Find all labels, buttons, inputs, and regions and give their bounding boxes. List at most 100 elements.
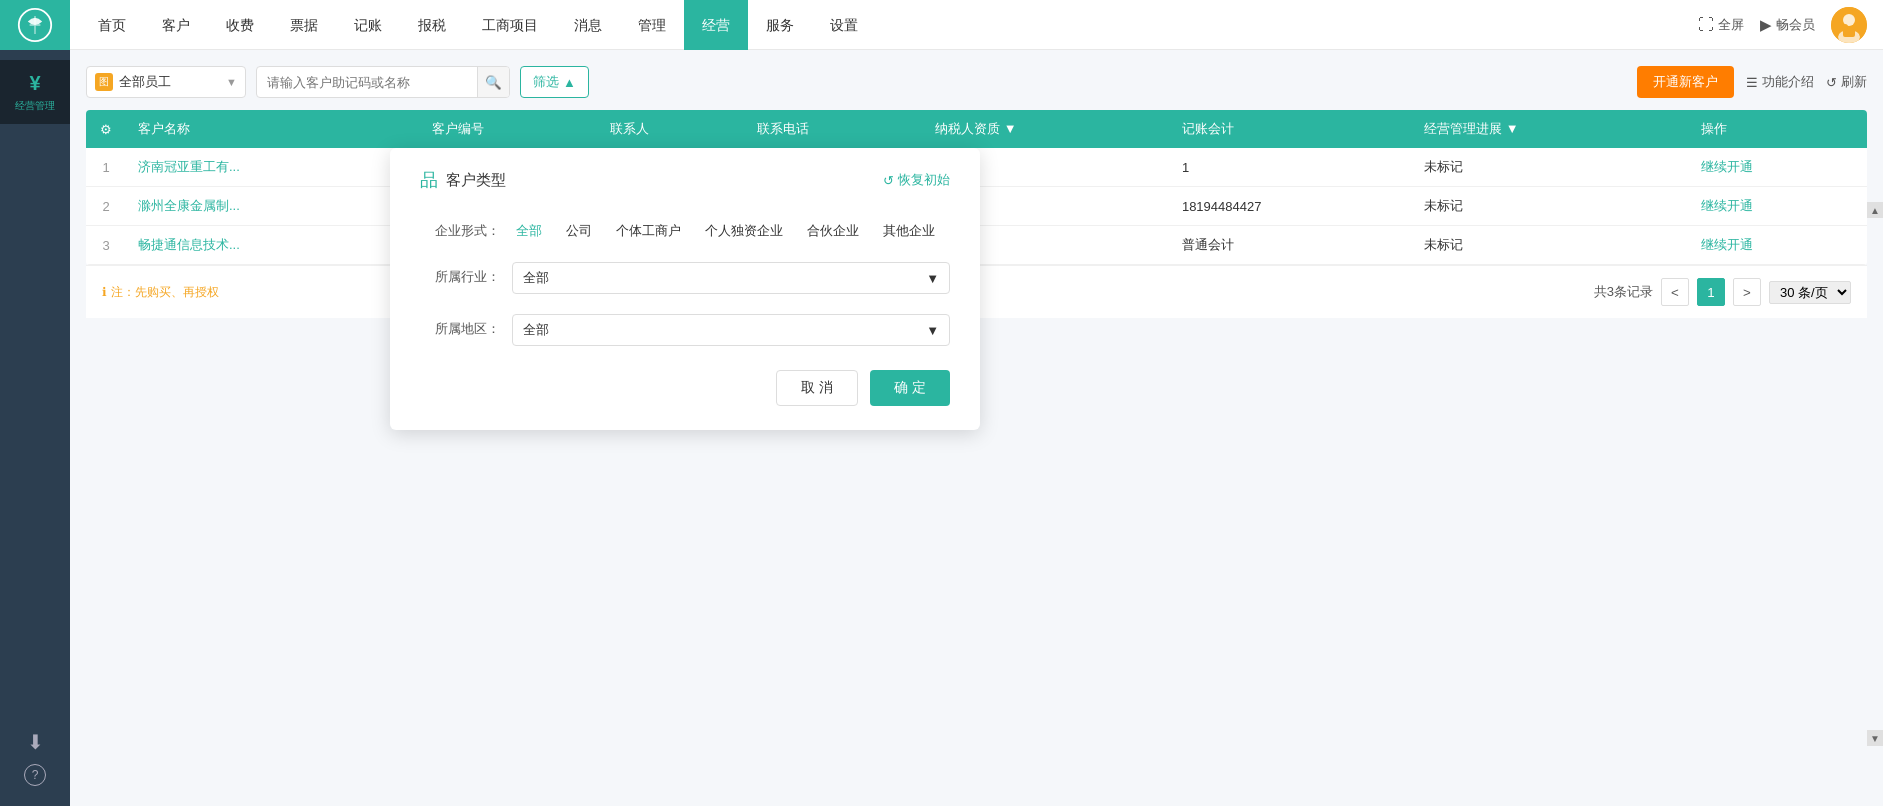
cell-accountant: 18194484427 bbox=[1170, 187, 1412, 226]
th-progress[interactable]: 经营管理进展 ▼ bbox=[1412, 110, 1689, 148]
nav-message[interactable]: 消息 bbox=[556, 0, 620, 50]
industry-row: 所属行业： 全部 ▼ bbox=[420, 262, 950, 294]
th-contact: 联系人 bbox=[598, 110, 745, 148]
modal-footer: 取 消 确 定 bbox=[420, 370, 950, 406]
table-header-row: ⚙ 客户名称 客户编号 联系人 联系电话 纳税人资质 ▼ 记账会计 经营管理进展… bbox=[86, 110, 1867, 148]
nav-settings[interactable]: 设置 bbox=[812, 0, 876, 50]
filter-button[interactable]: 筛选 ▲ bbox=[520, 66, 589, 98]
search-input[interactable] bbox=[257, 75, 477, 90]
layout: ¥ 经营管理 ⬇ ? 图 全部员工 ▼ 🔍 筛选 ▲ bbox=[0, 50, 1883, 806]
logo-area bbox=[0, 0, 70, 50]
func-intro-label: 功能介绍 bbox=[1762, 73, 1814, 91]
refresh-button[interactable]: ↺ 刷新 bbox=[1826, 73, 1867, 91]
enterprise-option[interactable]: 其他企业 bbox=[879, 220, 939, 242]
employee-select-text: 全部员工 bbox=[119, 73, 226, 91]
notice-text: 注：先购买、再授权 bbox=[111, 284, 219, 301]
search-icon: 🔍 bbox=[485, 75, 502, 90]
nav-business[interactable]: 工商项目 bbox=[464, 0, 556, 50]
vip-btn[interactable]: ▶ 畅会员 bbox=[1760, 16, 1815, 34]
main-content: 图 全部员工 ▼ 🔍 筛选 ▲ 开通新客户 ☰ 功能介绍 bbox=[70, 50, 1883, 806]
enterprise-option[interactable]: 个人独资企业 bbox=[701, 220, 787, 242]
notice-icon: ℹ bbox=[102, 285, 107, 299]
vip-icon: ▶ bbox=[1760, 16, 1772, 34]
func-intro-icon: ☰ bbox=[1746, 75, 1758, 90]
fullscreen-btn[interactable]: ⛶ 全屏 bbox=[1698, 16, 1744, 34]
cell-name: 济南冠亚重工有... bbox=[126, 148, 420, 187]
employee-select-icon: 图 bbox=[95, 73, 113, 91]
action-link[interactable]: 继续开通 bbox=[1701, 198, 1753, 213]
search-button[interactable]: 🔍 bbox=[477, 66, 509, 98]
sidebar: ¥ 经营管理 ⬇ ? bbox=[0, 50, 70, 806]
th-name: 客户名称 bbox=[126, 110, 420, 148]
fullscreen-label: 全屏 bbox=[1718, 16, 1744, 34]
modal-header: 品 客户类型 ↺ 恢复初始 bbox=[420, 168, 950, 192]
enterprise-option[interactable]: 合伙企业 bbox=[803, 220, 863, 242]
cell-progress: 未标记 bbox=[1412, 226, 1689, 265]
operation-icon: ¥ bbox=[29, 72, 40, 95]
notice-info: ℹ 注：先购买、再授权 bbox=[102, 284, 219, 301]
nav-operation[interactable]: 经营 bbox=[684, 0, 748, 50]
nav-tax[interactable]: 报税 bbox=[400, 0, 464, 50]
modal-title-text: 客户类型 bbox=[446, 171, 506, 190]
enterprise-form-row: 企业形式： 全部公司个体工商户个人独资企业合伙企业其他企业 bbox=[420, 216, 950, 242]
reset-icon: ↺ bbox=[883, 173, 894, 188]
fullscreen-icon: ⛶ bbox=[1698, 16, 1714, 34]
cell-name: 畅捷通信息技术... bbox=[126, 226, 420, 265]
sidebar-item-operation[interactable]: ¥ 经营管理 bbox=[0, 60, 70, 124]
enterprise-option[interactable]: 全部 bbox=[512, 220, 546, 242]
enterprise-option[interactable]: 个体工商户 bbox=[612, 220, 685, 242]
th-settings[interactable]: ⚙ bbox=[86, 110, 126, 148]
nav-manage[interactable]: 管理 bbox=[620, 0, 684, 50]
filter-modal: 品 客户类型 ↺ 恢复初始 企业形式： 全部公司个体工商户个人独资企业合伙企业其… bbox=[390, 148, 980, 430]
scroll-up-arrow[interactable]: ▲ bbox=[1867, 202, 1883, 218]
cell-accountant: 1 bbox=[1170, 148, 1412, 187]
modal-title: 品 客户类型 bbox=[420, 168, 506, 192]
nav-accounting[interactable]: 记账 bbox=[336, 0, 400, 50]
filter-arrow-icon: ▲ bbox=[563, 75, 576, 90]
help-icon[interactable]: ? bbox=[24, 764, 46, 786]
action-link[interactable]: 继续开通 bbox=[1701, 237, 1753, 252]
settings-icon: ⚙ bbox=[100, 122, 112, 137]
nav-customer[interactable]: 客户 bbox=[144, 0, 208, 50]
th-action: 操作 bbox=[1689, 110, 1867, 148]
cell-index: 1 bbox=[86, 148, 126, 187]
open-new-customer-button[interactable]: 开通新客户 bbox=[1637, 66, 1734, 98]
cancel-button[interactable]: 取 消 bbox=[776, 370, 858, 406]
top-nav: 首页 客户 收费 票据 记账 报税 工商项目 消息 管理 经营 服务 设置 ⛶ … bbox=[0, 0, 1883, 50]
sidebar-item-label: 经营管理 bbox=[15, 99, 55, 112]
nav-home[interactable]: 首页 bbox=[80, 0, 144, 50]
enterprise-option[interactable]: 公司 bbox=[562, 220, 596, 242]
industry-value: 全部 bbox=[523, 269, 549, 287]
prev-page-button[interactable]: < bbox=[1661, 278, 1689, 306]
next-page-button[interactable]: > bbox=[1733, 278, 1761, 306]
scroll-down-arrow[interactable]: ▼ bbox=[1867, 730, 1883, 746]
avatar[interactable] bbox=[1831, 7, 1867, 43]
cell-accountant: 普通会计 bbox=[1170, 226, 1412, 265]
employee-select[interactable]: 图 全部员工 ▼ bbox=[86, 66, 246, 98]
industry-select[interactable]: 全部 ▼ bbox=[512, 262, 950, 294]
confirm-button[interactable]: 确 定 bbox=[870, 370, 950, 406]
func-intro-btn[interactable]: ☰ 功能介绍 bbox=[1746, 73, 1814, 91]
th-tax-quality[interactable]: 纳税人资质 ▼ bbox=[923, 110, 1170, 148]
cell-action[interactable]: 继续开通 bbox=[1689, 226, 1867, 265]
reset-label: 恢复初始 bbox=[898, 171, 950, 189]
th-accountant: 记账会计 bbox=[1170, 110, 1412, 148]
th-phone: 联系电话 bbox=[745, 110, 923, 148]
toolbar: 图 全部员工 ▼ 🔍 筛选 ▲ 开通新客户 ☰ 功能介绍 bbox=[86, 66, 1867, 98]
nav-items: 首页 客户 收费 票据 记账 报税 工商项目 消息 管理 经营 服务 设置 bbox=[70, 0, 1698, 50]
nav-fee[interactable]: 收费 bbox=[208, 0, 272, 50]
nav-service[interactable]: 服务 bbox=[748, 0, 812, 50]
nav-bill[interactable]: 票据 bbox=[272, 0, 336, 50]
page-size-select[interactable]: 30 条/页 bbox=[1769, 281, 1851, 304]
industry-label: 所属行业： bbox=[420, 262, 500, 286]
action-link[interactable]: 继续开通 bbox=[1701, 159, 1753, 174]
cell-action[interactable]: 继续开通 bbox=[1689, 148, 1867, 187]
current-page-button[interactable]: 1 bbox=[1697, 278, 1725, 306]
download-icon[interactable]: ⬇ bbox=[27, 730, 44, 754]
region-select[interactable]: 全部 ▼ bbox=[512, 314, 950, 346]
modal-reset-btn[interactable]: ↺ 恢复初始 bbox=[883, 171, 950, 189]
cell-action[interactable]: 继续开通 bbox=[1689, 187, 1867, 226]
sidebar-bottom: ⬇ ? bbox=[24, 730, 46, 786]
nav-right: ⛶ 全屏 ▶ 畅会员 bbox=[1698, 7, 1883, 43]
refresh-icon: ↺ bbox=[1826, 75, 1837, 90]
